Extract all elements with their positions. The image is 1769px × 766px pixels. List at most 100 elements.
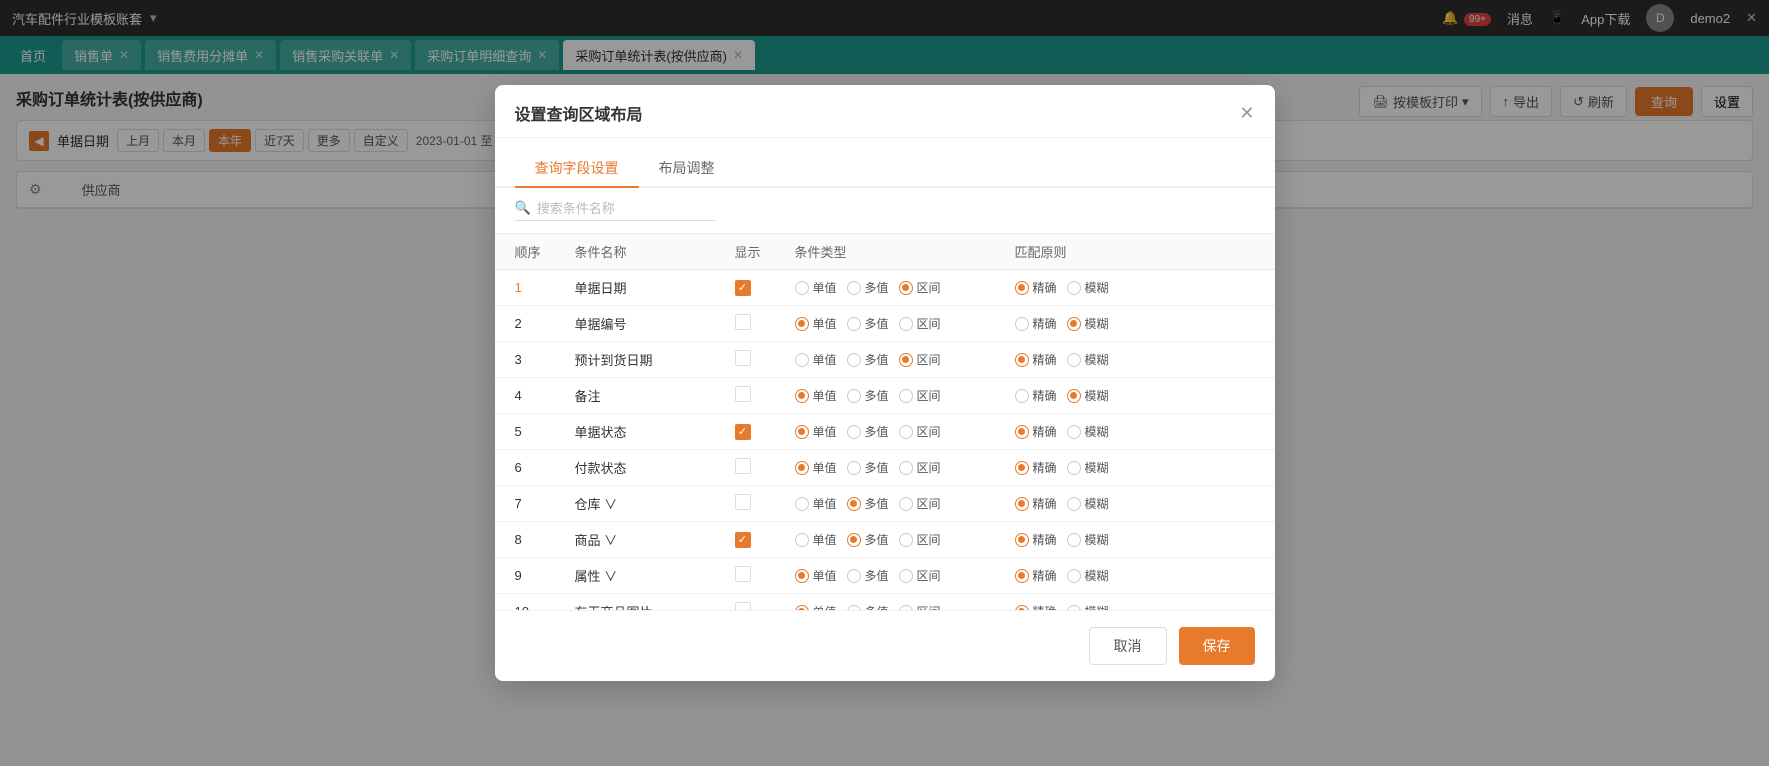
match-option-6-1[interactable]: 模糊 [1067,495,1109,512]
radio-circle-match-7-1 [1067,533,1081,547]
checkbox-6[interactable] [735,494,751,510]
row-name-6: 仓库 ∨ [575,494,735,513]
search-input[interactable] [537,201,707,216]
type-option-1-2[interactable]: 区间 [899,315,941,332]
match-option-1-0[interactable]: 精确 [1015,315,1057,332]
type-option-5-0[interactable]: 单值 [795,459,837,476]
match-option-7-1[interactable]: 模糊 [1067,531,1109,548]
table-row: 4备注单值多值区间精确模糊 [495,378,1275,414]
radio-circle-type-5-2 [899,461,913,475]
row-checkbox-6[interactable] [735,494,795,513]
row-checkbox-8[interactable] [735,566,795,585]
checkbox-3[interactable] [735,386,751,402]
type-option-9-1[interactable]: 多值 [847,603,889,610]
type-option-9-2[interactable]: 区间 [899,603,941,610]
row-order-7: 8 [515,532,575,547]
match-option-9-1[interactable]: 模糊 [1067,603,1109,610]
search-icon: 🔍 [515,200,531,216]
type-option-2-2[interactable]: 区间 [899,351,941,368]
type-option-0-1[interactable]: 多值 [847,279,889,296]
type-option-7-1[interactable]: 多值 [847,531,889,548]
radio-circle-match-6-0 [1015,497,1029,511]
radio-circle-type-3-0 [795,389,809,403]
row-checkbox-0[interactable]: ✓ [735,279,795,296]
checkbox-7[interactable]: ✓ [735,532,751,548]
checkbox-9[interactable] [735,602,751,610]
type-option-6-0[interactable]: 单值 [795,495,837,512]
type-option-5-1[interactable]: 多值 [847,459,889,476]
match-option-8-0[interactable]: 精确 [1015,567,1057,584]
match-option-0-1[interactable]: 模糊 [1067,279,1109,296]
type-option-7-2[interactable]: 区间 [899,531,941,548]
modal-close-button[interactable]: ✕ [1239,104,1254,122]
checkbox-2[interactable] [735,350,751,366]
match-option-5-1[interactable]: 模糊 [1067,459,1109,476]
type-option-3-0[interactable]: 单值 [795,387,837,404]
type-option-5-2[interactable]: 区间 [899,459,941,476]
type-option-4-1[interactable]: 多值 [847,423,889,440]
type-option-3-1[interactable]: 多值 [847,387,889,404]
row-type-2: 单值多值区间 [795,351,1015,368]
type-option-8-0[interactable]: 单值 [795,567,837,584]
modal-tab-layout[interactable]: 布局调整 [639,150,735,188]
match-option-1-1[interactable]: 模糊 [1067,315,1109,332]
row-name-2: 预计到货日期 [575,350,735,369]
row-checkbox-2[interactable] [735,350,795,369]
row-type-9: 单值 多值 区间 [795,603,1015,610]
match-option-9-0[interactable]: 精确 [1015,603,1057,610]
radio-circle-type-0-2 [899,281,913,295]
cancel-button[interactable]: 取消 [1089,627,1167,665]
match-option-2-1[interactable]: 模糊 [1067,351,1109,368]
radio-circle-match-5-1 [1067,461,1081,475]
match-option-0-0[interactable]: 精确 [1015,279,1057,296]
row-order-6: 7 [515,496,575,511]
type-option-8-1[interactable]: 多值 [847,567,889,584]
type-option-0-0[interactable]: 单值 [795,279,837,296]
row-type-1: 单值多值区间 [795,315,1015,332]
type-option-4-0[interactable]: 单值 [795,423,837,440]
type-option-2-0[interactable]: 单值 [795,351,837,368]
type-option-1-0[interactable]: 单值 [795,315,837,332]
row-checkbox-3[interactable] [735,386,795,405]
type-option-9-0[interactable]: 单值 [795,603,837,610]
row-checkbox-7[interactable]: ✓ [735,531,795,548]
match-option-6-0[interactable]: 精确 [1015,495,1057,512]
checkbox-0[interactable]: ✓ [735,280,751,296]
match-option-4-1[interactable]: 模糊 [1067,423,1109,440]
checkbox-4[interactable]: ✓ [735,424,751,440]
checkbox-5[interactable] [735,458,751,474]
type-option-4-2[interactable]: 区间 [899,423,941,440]
row-checkbox-1[interactable] [735,314,795,333]
radio-circle-type-1-1 [847,317,861,331]
modal-tab-query-fields[interactable]: 查询字段设置 [515,150,639,188]
type-option-0-2[interactable]: 区间 [899,279,941,296]
table-row: 6付款状态单值多值区间精确模糊 [495,450,1275,486]
match-option-3-1[interactable]: 模糊 [1067,387,1109,404]
checkbox-8[interactable] [735,566,751,582]
save-button[interactable]: 保存 [1179,627,1255,665]
col-header-name: 条件名称 [575,242,735,261]
match-option-5-0[interactable]: 精确 [1015,459,1057,476]
row-checkbox-9[interactable] [735,602,795,610]
modal-overlay[interactable]: 设置查询区域布局 ✕ 查询字段设置 布局调整 🔍 顺序 条件名称 显示 条件类型… [0,0,1769,766]
radio-circle-match-5-0 [1015,461,1029,475]
row-checkbox-5[interactable] [735,458,795,477]
type-option-8-2[interactable]: 区间 [899,567,941,584]
checkbox-1[interactable] [735,314,751,330]
match-option-3-0[interactable]: 精确 [1015,387,1057,404]
row-order-3: 4 [515,388,575,403]
row-checkbox-4[interactable]: ✓ [735,423,795,440]
row-name-0: 单据日期 [575,278,735,297]
type-option-6-2[interactable]: 区间 [899,495,941,512]
type-option-7-0[interactable]: 单值 [795,531,837,548]
type-option-2-1[interactable]: 多值 [847,351,889,368]
match-option-2-0[interactable]: 精确 [1015,351,1057,368]
match-option-4-0[interactable]: 精确 [1015,423,1057,440]
match-option-8-1[interactable]: 模糊 [1067,567,1109,584]
row-match-4: 精确模糊 [1015,423,1215,440]
type-option-6-1[interactable]: 多值 [847,495,889,512]
type-option-3-2[interactable]: 区间 [899,387,941,404]
table-row: 2单据编号单值多值区间精确模糊 [495,306,1275,342]
match-option-7-0[interactable]: 精确 [1015,531,1057,548]
type-option-1-1[interactable]: 多值 [847,315,889,332]
